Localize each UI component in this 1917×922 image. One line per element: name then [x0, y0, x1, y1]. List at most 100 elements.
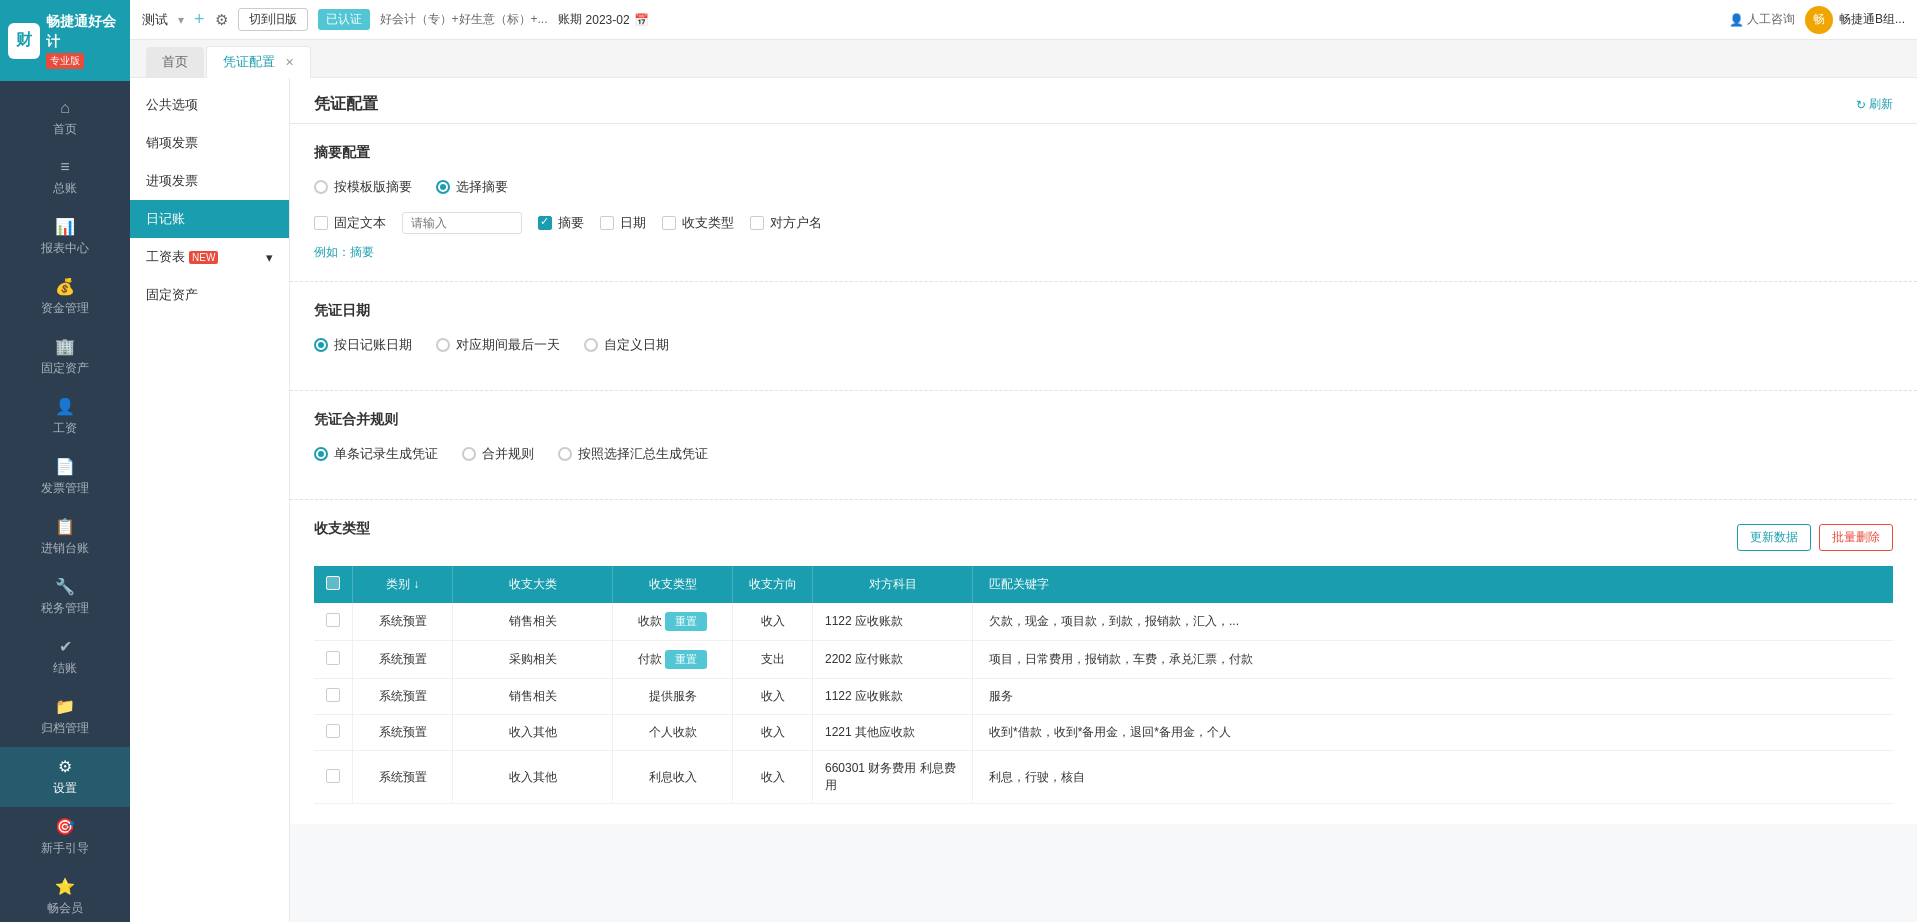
left-panel-item-fixed-assets[interactable]: 固定资产 [130, 276, 289, 314]
reset-button[interactable]: 重置 [665, 650, 707, 669]
topbar-tags: 好会计（专）+好生意（标）+... [380, 11, 548, 28]
radio-total-circle [558, 447, 572, 461]
row-type: 利息收入 [613, 751, 733, 804]
sidebar-item-member[interactable]: ⭐ 畅会员 [0, 867, 130, 922]
th-checkbox[interactable] [314, 566, 353, 603]
date-radio-last-day[interactable]: 对应期间最后一天 [436, 336, 560, 354]
topbar: 测试 ▾ + ⚙ 切到旧版 已认证 好会计（专）+好生意（标）+... 账期 2… [130, 0, 1917, 40]
row-subject: 1221 其他应收款 [813, 715, 973, 751]
calendar-icon[interactable]: 📅 [634, 13, 649, 27]
payment-section: 收支类型 更新数据 批量删除 [290, 500, 1917, 824]
date-radio-custom[interactable]: 自定义日期 [584, 336, 669, 354]
summary-radio-select[interactable]: 选择摘要 [436, 178, 508, 196]
tabbar: 首页 凭证配置 ✕ [130, 40, 1917, 78]
assets-icon: 🏢 [55, 337, 75, 356]
row-type: 付款 重置 [613, 641, 733, 679]
left-panel: 公共选项 销项发票 进项发票 日记账 工资表 NEW ▾ 固定资产 [130, 78, 290, 922]
main-content: 凭证配置 ↻ 刷新 摘要配置 按模板版摘要 [290, 78, 1917, 922]
summary-section: 摘要配置 按模板版摘要 选择摘要 [290, 124, 1917, 282]
sidebar-item-salary[interactable]: 👤 工资 [0, 387, 130, 447]
row-checkbox[interactable] [326, 613, 340, 627]
merge-radio-rule[interactable]: 合并规则 [462, 445, 534, 463]
left-panel-item-public[interactable]: 公共选项 [130, 86, 289, 124]
checkbox-date[interactable]: 日期 [600, 214, 646, 232]
row-checkbox-cell[interactable] [314, 641, 353, 679]
tab-close-icon[interactable]: ✕ [285, 56, 294, 68]
row-category: 系统预置 [353, 641, 453, 679]
fixed-text-input[interactable] [402, 212, 522, 234]
checkbox-fixed-text[interactable]: 固定文本 [314, 214, 386, 232]
add-icon[interactable]: + [194, 9, 205, 30]
refresh-button[interactable]: ↻ 刷新 [1856, 96, 1893, 113]
row-big-type: 收入其他 [453, 715, 613, 751]
sidebar-item-archive[interactable]: 📁 归档管理 [0, 687, 130, 747]
certified-badge: 已认证 [318, 9, 370, 30]
date-radio-journal[interactable]: 按日记账日期 [314, 336, 412, 354]
company-dropdown-icon[interactable]: ▾ [178, 13, 184, 27]
invoice-icon: 📄 [55, 457, 75, 476]
left-panel-item-sales[interactable]: 销项发票 [130, 124, 289, 162]
sidebar-item-settings[interactable]: ⚙ 设置 [0, 747, 130, 807]
row-direction: 支出 [733, 641, 813, 679]
batch-delete-button[interactable]: 批量删除 [1819, 524, 1893, 551]
row-direction: 收入 [733, 751, 813, 804]
gear-icon[interactable]: ⚙ [215, 11, 228, 29]
row-keywords: 欠款，现金，项目款，到款，报销款，汇入，... [973, 603, 1894, 641]
update-data-button[interactable]: 更新数据 [1737, 524, 1811, 551]
sidebar-item-settle[interactable]: ✔ 结账 [0, 627, 130, 687]
row-checkbox[interactable] [326, 769, 340, 783]
checkbox-counterpart[interactable]: 对方户名 [750, 214, 822, 232]
user-info: 畅 畅捷通B组... [1805, 6, 1905, 34]
sidebar-item-purchase[interactable]: 📋 进销台账 [0, 507, 130, 567]
sidebar-item-home[interactable]: ⌂ 首页 [0, 89, 130, 148]
merge-section-title: 凭证合并规则 [314, 411, 1893, 429]
merge-radio-total[interactable]: 按照选择汇总生成凭证 [558, 445, 708, 463]
row-checkbox-cell[interactable] [314, 679, 353, 715]
sidebar-logo: 财 畅捷通好会计 专业版 [0, 0, 130, 81]
row-checkbox-cell[interactable] [314, 751, 353, 804]
row-big-type: 收入其他 [453, 751, 613, 804]
sidebar-item-guide[interactable]: 🎯 新手引导 [0, 807, 130, 867]
reset-button[interactable]: 重置 [665, 612, 707, 631]
row-subject: 1122 应收账款 [813, 603, 973, 641]
sidebar-item-ledger[interactable]: ≡ 总账 [0, 148, 130, 207]
left-panel-item-purchase-inv[interactable]: 进项发票 [130, 162, 289, 200]
select-all-checkbox[interactable] [326, 576, 340, 590]
row-checkbox[interactable] [326, 688, 340, 702]
left-panel-item-journal[interactable]: 日记账 [130, 200, 289, 238]
new-badge: NEW [189, 251, 218, 264]
refresh-icon: ↻ [1856, 98, 1866, 112]
sidebar-item-tax[interactable]: 🔧 税务管理 [0, 567, 130, 627]
row-checkbox[interactable] [326, 651, 340, 665]
row-checkbox-cell[interactable] [314, 715, 353, 751]
row-type: 收款 重置 [613, 603, 733, 641]
merge-radio-single[interactable]: 单条记录生成凭证 [314, 445, 438, 463]
row-subject: 1122 应收账款 [813, 679, 973, 715]
sidebar-item-reports[interactable]: 📊 报表中心 [0, 207, 130, 267]
row-checkbox-cell[interactable] [314, 603, 353, 641]
switch-version-button[interactable]: 切到旧版 [238, 8, 308, 31]
settings-icon: ⚙ [58, 757, 72, 776]
left-panel-item-payroll[interactable]: 工资表 NEW ▾ [130, 238, 289, 276]
avatar: 畅 [1805, 6, 1833, 34]
radio-last-day-circle [436, 338, 450, 352]
sidebar-item-assets[interactable]: 🏢 固定资产 [0, 327, 130, 387]
row-checkbox[interactable] [326, 724, 340, 738]
th-big-type: 收支大类 [453, 566, 613, 603]
merge-section: 凭证合并规则 单条记录生成凭证 合并规则 按照选择汇总生成凭证 [290, 391, 1917, 500]
help-button[interactable]: 👤 人工咨询 [1729, 11, 1795, 28]
member-icon: ⭐ [55, 877, 75, 896]
date-section-title: 凭证日期 [314, 302, 1893, 320]
checkbox-payment-type[interactable]: 收支类型 [662, 214, 734, 232]
sidebar-item-invoice[interactable]: 📄 发票管理 [0, 447, 130, 507]
table-row: 系统预置 收入其他 个人收款 收入 1221 其他应收款 收到*借款，收到*备用… [314, 715, 1893, 751]
table-header-row: 类别 ↓ 收支大类 收支类型 收支方向 [314, 566, 1893, 603]
radio-single-circle [314, 447, 328, 461]
summary-radio-template[interactable]: 按模板版摘要 [314, 178, 412, 196]
sidebar-item-funds[interactable]: 💰 资金管理 [0, 267, 130, 327]
tab-home[interactable]: 首页 [146, 47, 204, 77]
tab-voucher-config[interactable]: 凭证配置 ✕ [206, 46, 311, 78]
row-keywords: 项目，日常费用，报销款，车费，承兑汇票，付款 [973, 641, 1894, 679]
row-category: 系统预置 [353, 603, 453, 641]
checkbox-summary[interactable]: 摘要 [538, 214, 584, 232]
